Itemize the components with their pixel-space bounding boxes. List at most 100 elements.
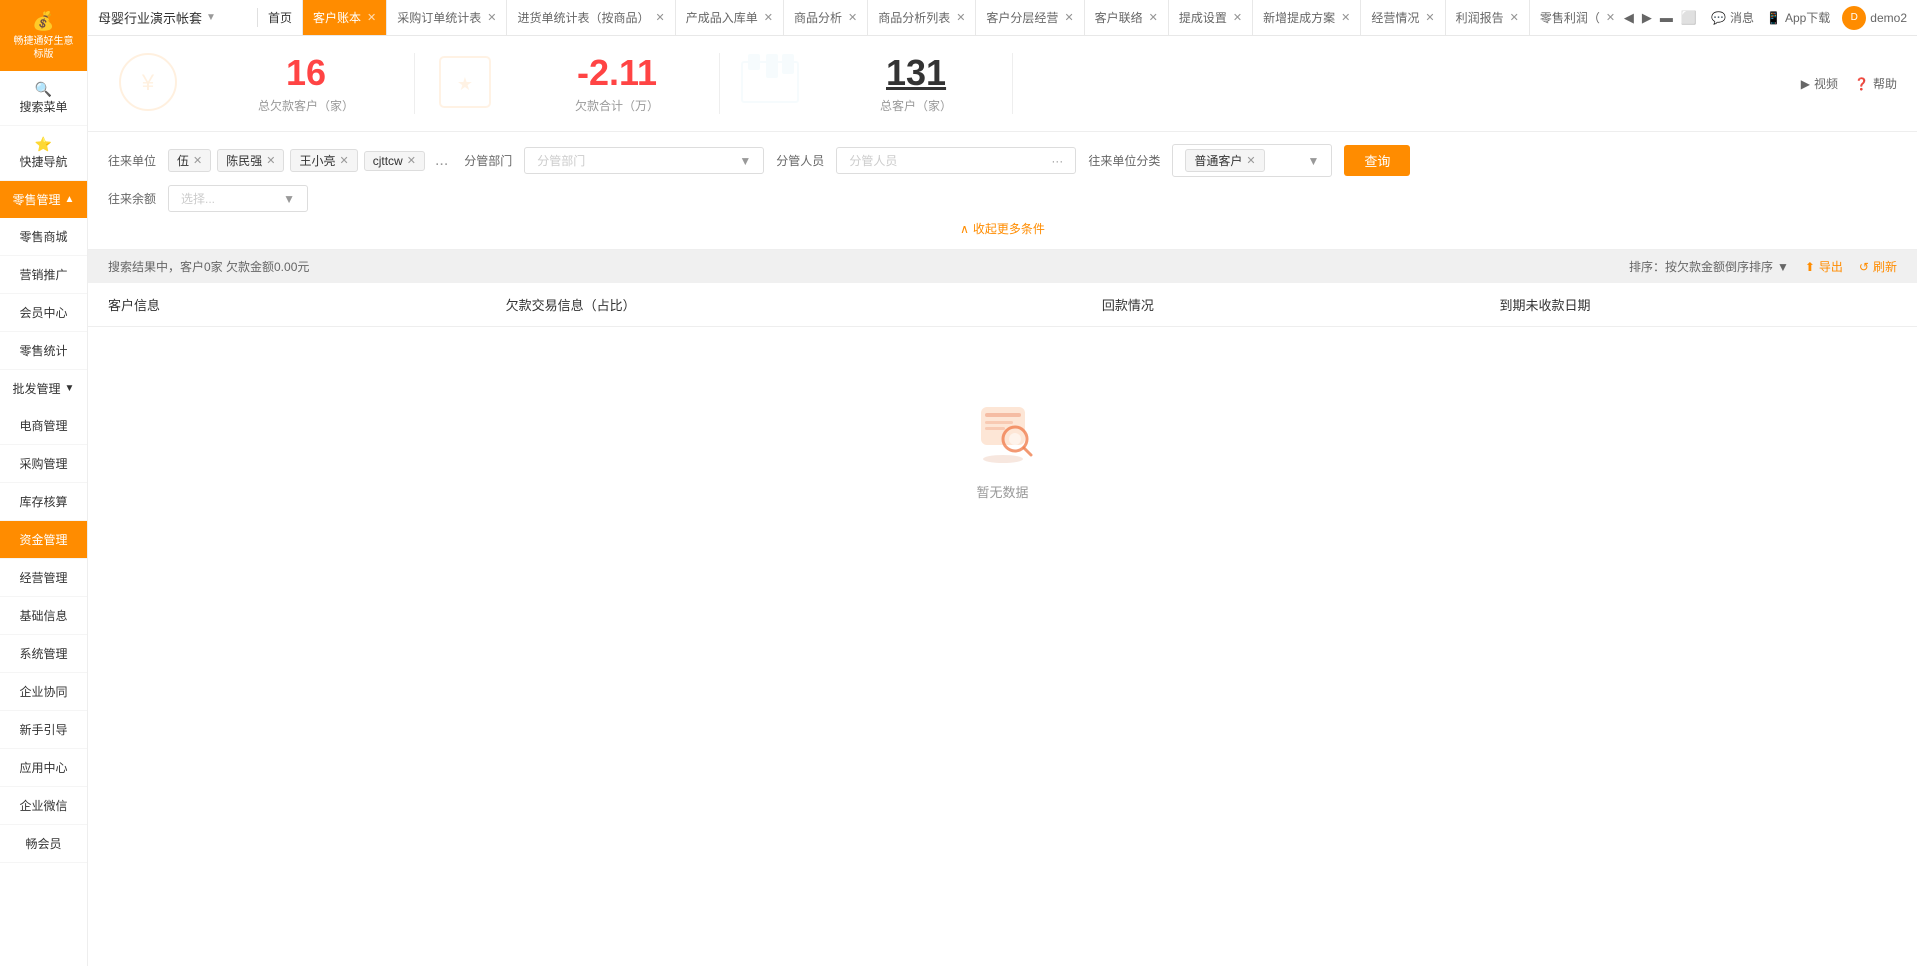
tag-close-1[interactable]: ✕ [193,154,202,167]
tab-close-customer-contact[interactable]: ✕ [1149,11,1158,24]
tab-purchase-stats[interactable]: 采购订单统计表 ✕ [387,0,507,35]
tabs-area: 首页 客户账本 ✕ 采购订单统计表 ✕ 进货单统计表（按商品） ✕ 产成品入库单… [258,0,1620,35]
tab-home[interactable]: 首页 [258,0,303,35]
topbar-right: 💬 消息 📱 App下载 D demo2 [1701,6,1907,30]
filter-unit-class-label: 往来单位分类 [1088,152,1160,169]
sidebar-item-operations[interactable]: 经营管理 [0,559,87,597]
filter-person-label: 分管人员 [776,152,824,169]
stats-bg-icon-1: ¥ [118,52,178,112]
tab-close-retail-profit[interactable]: ✕ [1606,11,1615,24]
col-repay: 回款情况 [1102,295,1500,314]
tab-profit-report[interactable]: 利润报告 ✕ [1446,0,1530,35]
result-summary: 搜索结果中，客户0家 欠款金额0.00元 [108,258,309,275]
sidebar-item-marketing[interactable]: 营销推广 [0,256,87,294]
tab-raise-settings[interactable]: 提成设置 ✕ [1169,0,1253,35]
sidebar-item-vip[interactable]: 畅会员 [0,825,87,863]
filter-tag-2[interactable]: 陈民强 ✕ [217,149,284,172]
tab-close-new-raise[interactable]: ✕ [1341,11,1350,24]
sidebar-item-newguide[interactable]: 新手引导 [0,711,87,749]
query-button[interactable]: 查询 [1344,145,1410,176]
tab-accounts[interactable]: 客户账本 ✕ [303,0,387,35]
tabs-maximize[interactable]: ⬜ [1677,10,1701,26]
sidebar-logo[interactable]: 💰 畅捷通好生意 标版 [0,0,87,71]
message-button[interactable]: 💬 消息 [1711,9,1754,26]
sidebar-item-basics[interactable]: 基础信息 [0,597,87,635]
filter-tag-3[interactable]: 王小亮 ✕ [290,149,357,172]
filter-balance-select[interactable]: 选择... ▼ [168,185,308,212]
sidebar-item-retail[interactable]: 零售管理 ▲ [0,181,87,218]
tabs-scroll-right[interactable]: ▶ [1638,10,1656,26]
tag-close-3[interactable]: ✕ [340,154,349,167]
sidebar-item-inventory[interactable]: 库存核算 [0,483,87,521]
stats-actions: ▶ 视频 ❓ 帮助 [1801,75,1897,92]
export-button[interactable]: ⬆ 导出 [1805,258,1843,275]
empty-icon [963,387,1043,470]
tab-close-goods-analysis[interactable]: ✕ [848,11,857,24]
stat-total-all: 131 总客户（家） [820,53,1013,114]
tab-new-raise[interactable]: 新增提成方案 ✕ [1253,0,1361,35]
tab-goods-analysis[interactable]: 商品分析 ✕ [784,0,868,35]
unit-class-arrow-icon: ▼ [1307,154,1319,168]
tab-inbound-stats[interactable]: 进货单统计表（按商品） ✕ [507,0,675,35]
sidebar-item-member[interactable]: 会员中心 [0,294,87,332]
tab-close-customer-seg[interactable]: ✕ [1064,11,1073,24]
video-button[interactable]: ▶ 视频 [1801,75,1838,92]
table-header: 客户信息 欠款交易信息（占比） 回款情况 到期未收款日期 [88,283,1917,327]
sidebar-item-weixin[interactable]: 企业微信 [0,787,87,825]
tab-close-goods-analysis-list[interactable]: ✕ [956,11,965,24]
tabs-minimize[interactable]: ▬ [1656,10,1677,25]
sort-selector[interactable]: 排序：按欠款金额倒序排序 ▼ [1629,258,1789,275]
filter-dept-label: 分管部门 [464,152,512,169]
tabs-scroll-left[interactable]: ◀ [1620,10,1638,26]
filter-unit-class-select[interactable]: 普通客户 ✕ ▼ [1172,144,1332,177]
tag-close-2[interactable]: ✕ [266,154,275,167]
sidebar-item-appcenter[interactable]: 应用中心 [0,749,87,787]
sidebar-item-shop[interactable]: 零售商城 [0,218,87,256]
filter-tags-more[interactable]: ... [431,152,452,170]
tab-close-purchase-stats[interactable]: ✕ [487,11,496,24]
select-arrow-icon: ▼ [739,154,751,168]
unit-class-tag-close[interactable]: ✕ [1246,154,1255,167]
empty-text: 暂无数据 [976,482,1028,501]
help-button[interactable]: ❓ 帮助 [1854,75,1897,92]
sidebar-logo-line1: 畅捷通好生意 [8,35,79,48]
tab-close-profit-report[interactable]: ✕ [1510,11,1519,24]
sidebar-item-quicknav[interactable]: ⭐ 快捷导航 [0,126,87,181]
sort-label: 排序：按欠款金额倒序排序 [1629,258,1773,275]
topbar: 母婴行业演示帐套 ▼ 首页 客户账本 ✕ 采购订单统计表 ✕ 进货单统计表（按商… [88,0,1917,36]
sidebar-item-ecommerce[interactable]: 电商管理 [0,407,87,445]
sidebar-item-search[interactable]: 🔍 搜索菜单 [0,71,87,126]
sidebar-item-wholesale[interactable]: 批发管理 ▼ [0,370,87,407]
sidebar-item-stats[interactable]: 零售统计 [0,332,87,370]
tag-close-4[interactable]: ✕ [407,154,416,167]
refresh-button[interactable]: ↺ 刷新 [1859,258,1897,275]
app-download-button[interactable]: 📱 App下载 [1766,9,1830,26]
collapse-button[interactable]: ∧ 收起更多条件 [960,220,1045,237]
tab-customer-seg[interactable]: 客户分层经营 ✕ [976,0,1084,35]
stat-number-all: 131 [886,53,946,93]
unit-class-tag[interactable]: 普通客户 ✕ [1185,149,1264,172]
filter-dept-select[interactable]: 分管部门 ▼ [524,147,764,174]
sidebar-logo-line2: 标版 [8,48,79,61]
tab-close-accounts[interactable]: ✕ [367,11,376,24]
user-menu[interactable]: D demo2 [1842,6,1907,30]
sidebar-item-enterprise[interactable]: 企业协同 [0,673,87,711]
filter-tag-1[interactable]: 伍 ✕ [168,149,211,172]
tab-retail-profit[interactable]: 零售利润（ ✕ [1530,0,1620,35]
sidebar-item-finance[interactable]: 资金管理 [0,521,87,559]
topbar-suite-selector[interactable]: 母婴行业演示帐套 ▼ [98,8,258,27]
col-debt-info: 欠款交易信息（占比） [506,295,1102,314]
sidebar-item-purchase[interactable]: 采购管理 [0,445,87,483]
tab-operations-status[interactable]: 经营情况 ✕ [1361,0,1445,35]
tab-close-inbound-stats[interactable]: ✕ [656,11,665,24]
filter-tag-4[interactable]: cjttcw ✕ [364,151,425,171]
tab-close-operations-status[interactable]: ✕ [1425,11,1434,24]
tab-close-raise-settings[interactable]: ✕ [1233,11,1242,24]
filter-person-select[interactable]: 分管人员 ··· [836,147,1076,174]
tab-customer-contact[interactable]: 客户联络 ✕ [1085,0,1169,35]
sidebar-item-system[interactable]: 系统管理 [0,635,87,673]
tab-cost-in[interactable]: 产成品入库单 ✕ [676,0,784,35]
person-select-more-icon: ··· [1051,154,1063,168]
tab-close-cost-in[interactable]: ✕ [764,11,773,24]
tab-goods-analysis-list[interactable]: 商品分析列表 ✕ [868,0,976,35]
